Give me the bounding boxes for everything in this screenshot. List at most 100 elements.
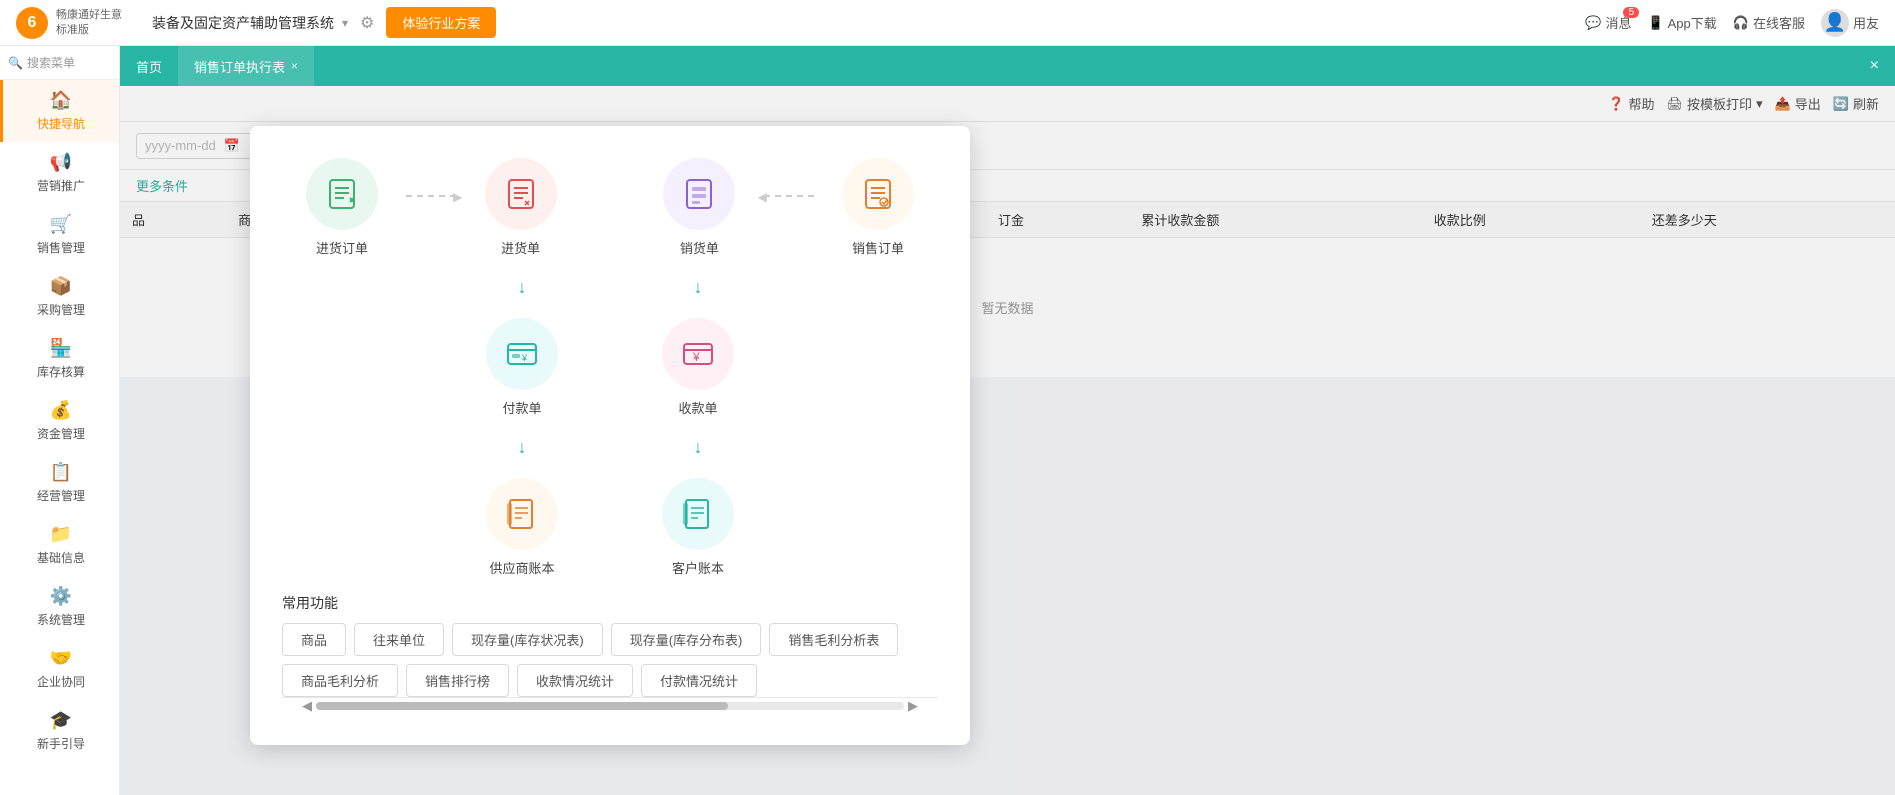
supplier-ledger-icon bbox=[486, 478, 558, 550]
modal-overlay[interactable]: 进货订单 ▶ bbox=[120, 86, 1895, 795]
marketing-icon: 📢 bbox=[50, 152, 72, 173]
message-button[interactable]: 💬 消息 5 bbox=[1585, 13, 1631, 32]
inventory-icon: 🏪 bbox=[50, 338, 72, 359]
settings-icon[interactable]: ⚙ bbox=[360, 13, 374, 33]
sidebar-item-purchase[interactable]: 📦 采购管理 bbox=[0, 266, 119, 328]
system-name: 装备及固定资产辅助管理系统 bbox=[152, 13, 334, 33]
func-btn-销售排行榜[interactable]: 销售排行榜 bbox=[406, 664, 509, 697]
purchase-icon: 📦 bbox=[50, 276, 72, 297]
operations-icon: 📋 bbox=[50, 462, 72, 483]
operations-label: 经营管理 bbox=[37, 487, 85, 504]
scroll-left-arrow[interactable]: ◀ bbox=[298, 698, 316, 714]
func-btn-现存量(库存状况表)[interactable]: 现存量(库存状况表) bbox=[452, 623, 603, 656]
arrow-order-to-sales-bill: ◀ bbox=[759, 195, 818, 197]
func-btn-付款情况统计[interactable]: 付款情况统计 bbox=[641, 664, 757, 697]
sidebar-item-enterprise[interactable]: 🤝企业协同 bbox=[0, 638, 119, 700]
svg-text:¥: ¥ bbox=[692, 350, 700, 364]
search-icon: 🔍 bbox=[8, 56, 23, 70]
down-arrow-purchase: ↓ bbox=[518, 277, 527, 298]
sidebar-item-quick-nav[interactable]: 🏠 快捷导航 bbox=[0, 80, 119, 142]
func-btn-商品毛利分析[interactable]: 商品毛利分析 bbox=[282, 664, 398, 697]
flow-node-receipt-bill[interactable]: ¥ 收款单 bbox=[638, 318, 758, 417]
sidebar-item-system[interactable]: ⚙️ 系统管理 bbox=[0, 576, 119, 638]
down-arrow-receipt: ↓ bbox=[694, 437, 703, 458]
sales-order-icon bbox=[842, 158, 914, 230]
guide-icon: 🎓 bbox=[50, 710, 72, 731]
quick-nav-label: 快捷导航 bbox=[37, 115, 85, 132]
purchase-bill-icon bbox=[485, 158, 557, 230]
func-btn-往来单位[interactable]: 往来单位 bbox=[354, 623, 444, 656]
sales-order-label: 销售订单 bbox=[852, 238, 904, 257]
enterprise-label: 企业协同 bbox=[37, 673, 85, 690]
flow-node-purchase-order[interactable]: 进货订单 bbox=[282, 158, 402, 257]
receipt-bill-icon: ¥ bbox=[662, 318, 734, 390]
customer-ledger-icon bbox=[662, 478, 734, 550]
app-download-button[interactable]: 📱 App下载 bbox=[1647, 13, 1716, 32]
flow-arrows-row: ↓ ↓ bbox=[282, 277, 938, 298]
flow-diagram: 进货订单 ▶ bbox=[282, 158, 938, 577]
tab-home[interactable]: 首页 bbox=[120, 46, 178, 86]
phone-icon: 📱 bbox=[1647, 15, 1663, 31]
experience-btn[interactable]: 体验行业方案 bbox=[386, 7, 496, 38]
sales-bill-icon bbox=[663, 158, 735, 230]
sales-bill-label: 销货单 bbox=[680, 238, 719, 257]
message-badge: 5 bbox=[1623, 7, 1639, 18]
scroll-thumb bbox=[316, 702, 728, 710]
sidebar-item-marketing[interactable]: 📢营销推广 bbox=[0, 142, 119, 204]
logo-icon: 6 bbox=[16, 7, 48, 39]
purchase-order-label: 进货订单 bbox=[316, 238, 368, 257]
sidebar-item-finance[interactable]: 💰资金管理 bbox=[0, 390, 119, 452]
logo-area: 6 畅康通好生意 标准版 bbox=[16, 7, 136, 39]
func-btn-现存量(库存分布表)[interactable]: 现存量(库存分布表) bbox=[611, 623, 762, 656]
sales-label: 销售管理 bbox=[37, 239, 85, 256]
tab-close-icon[interactable]: × bbox=[291, 59, 298, 73]
purchase-order-icon bbox=[306, 158, 378, 230]
func-btn-收款情况统计[interactable]: 收款情况统计 bbox=[517, 664, 633, 697]
scroll-bar-area: ◀ ▶ bbox=[282, 697, 938, 713]
sidebar-item-operations[interactable]: 📋 经营管理 bbox=[0, 452, 119, 514]
purchase-bill-label: 进货单 bbox=[501, 238, 540, 257]
tab-bar: 首页 销售订单执行表 × × bbox=[120, 46, 1895, 86]
system-dropdown-icon[interactable]: ▾ bbox=[342, 16, 348, 30]
system-icon: ⚙️ bbox=[50, 586, 72, 607]
flow-node-payment-bill[interactable]: ¥ 付款单 bbox=[462, 318, 582, 417]
flow-row-2: ¥ 付款单 ¥ 收款单 bbox=[282, 318, 938, 417]
tab-bar-close-btn[interactable]: × bbox=[1854, 57, 1895, 75]
sidebar-item-inventory[interactable]: 🏪库存核算 bbox=[0, 328, 119, 390]
func-btn-销售毛利分析表[interactable]: 销售毛利分析表 bbox=[769, 623, 898, 656]
purchase-label: 采购管理 bbox=[37, 301, 85, 318]
func-btn-商品[interactable]: 商品 bbox=[282, 623, 346, 656]
customer-ledger-label: 客户账本 bbox=[672, 558, 724, 577]
payment-bill-icon: ¥ bbox=[486, 318, 558, 390]
guide-label: 新手引导 bbox=[37, 735, 85, 752]
finance-label: 资金管理 bbox=[37, 425, 85, 442]
sidebar-item-sales[interactable]: 🛒销售管理 bbox=[0, 204, 119, 266]
flow-node-supplier-ledger[interactable]: 供应商账本 bbox=[462, 478, 582, 577]
supplier-ledger-label: 供应商账本 bbox=[489, 558, 554, 577]
scroll-track[interactable] bbox=[316, 702, 904, 710]
page-content: ❓ 帮助 🖨 按模板打印 ▾ 📤 导出 🔄 bbox=[120, 86, 1895, 795]
sidebar-item-basic[interactable]: 📁基础信息 bbox=[0, 514, 119, 576]
flow-node-customer-ledger[interactable]: 客户账本 bbox=[638, 478, 758, 577]
flow-node-sales-order[interactable]: 销售订单 bbox=[818, 158, 938, 257]
user-avatar: 👤 bbox=[1821, 9, 1849, 37]
user-menu[interactable]: 👤 用友 bbox=[1821, 9, 1879, 37]
top-right-actions: 💬 消息 5 📱 App下载 🎧 在线客服 👤 用友 bbox=[1585, 9, 1879, 37]
sidebar-search[interactable]: 🔍 搜索菜单 bbox=[0, 46, 119, 80]
basic-icon: 📁 bbox=[50, 524, 72, 545]
sidebar-item-guide[interactable]: 🎓 新手引导 bbox=[0, 700, 119, 762]
online-service-button[interactable]: 🎧 在线客服 bbox=[1733, 13, 1805, 32]
flow-node-sales-bill[interactable]: 销货单 bbox=[639, 158, 759, 257]
message-icon: 💬 bbox=[1585, 15, 1601, 31]
down-arrow-sales: ↓ bbox=[694, 277, 703, 298]
arrow-purchase-to-bill: ▶ bbox=[402, 195, 461, 197]
quick-nav-icon: 🏠 bbox=[50, 90, 72, 111]
common-functions-section: 常用功能 商品往来单位现存量(库存状况表)现存量(库存分布表)销售毛利分析表商品… bbox=[282, 593, 938, 697]
logo-text: 畅康通好生意 标准版 bbox=[56, 8, 122, 37]
tab-sales-execution[interactable]: 销售订单执行表 × bbox=[178, 46, 314, 86]
scroll-right-arrow[interactable]: ▶ bbox=[904, 698, 922, 714]
svg-text:¥: ¥ bbox=[521, 353, 528, 363]
system-label: 系统管理 bbox=[37, 611, 85, 628]
flow-node-purchase-bill[interactable]: 进货单 bbox=[461, 158, 581, 257]
quick-nav-modal: 进货订单 ▶ bbox=[250, 126, 970, 745]
